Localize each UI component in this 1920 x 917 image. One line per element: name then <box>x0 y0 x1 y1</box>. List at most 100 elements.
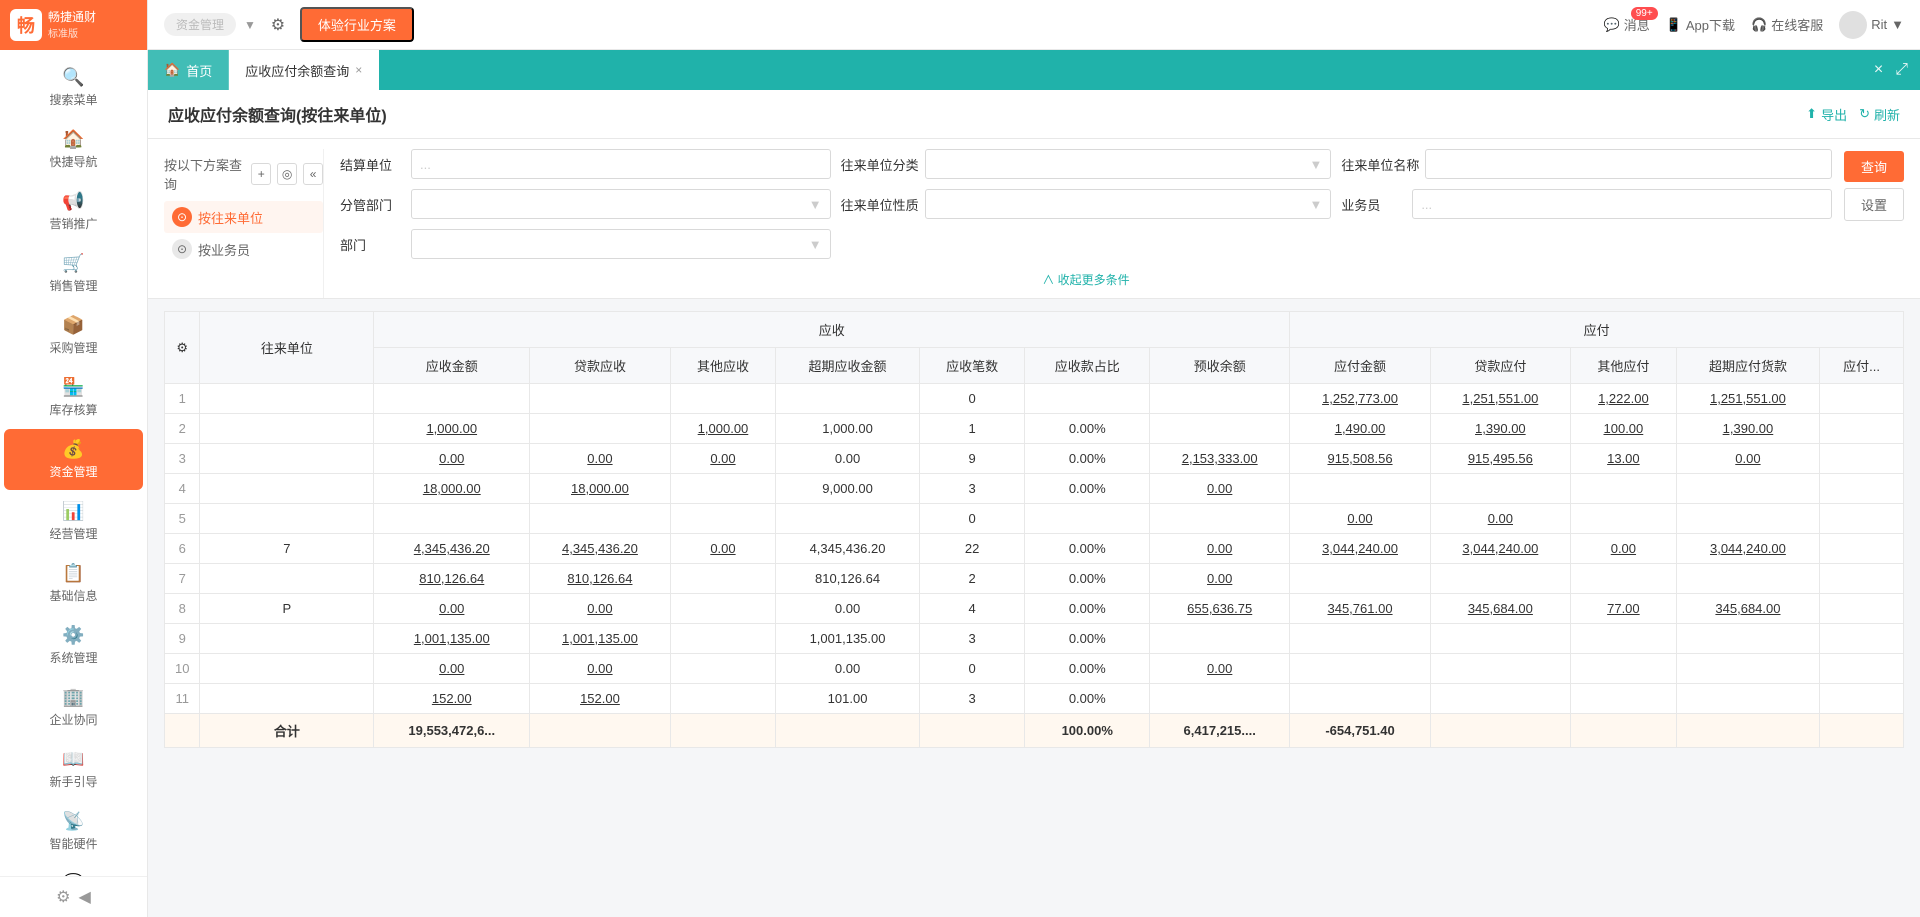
row-loan-pay[interactable] <box>1430 654 1570 684</box>
row-prepaid[interactable] <box>1150 414 1290 444</box>
sidebar-item-inventory[interactable]: 🏪 库存核算 <box>4 367 143 428</box>
row-recv-amt[interactable]: 1,000.00 <box>374 414 530 444</box>
row-overdue-pay[interactable]: 3,044,240.00 <box>1676 534 1819 564</box>
sidebar-item-operations[interactable]: 📊 经营管理 <box>4 491 143 552</box>
export-btn[interactable]: ⬆ 导出 <box>1806 105 1847 124</box>
row-other-pay[interactable]: 0.00 <box>1571 534 1677 564</box>
row-prepaid[interactable] <box>1150 384 1290 414</box>
row-pay-amt[interactable] <box>1290 624 1430 654</box>
row-prepaid[interactable]: 2,153,333.00 <box>1150 444 1290 474</box>
row-other-pay[interactable]: 1,222.00 <box>1571 384 1677 414</box>
row-overdue-pay[interactable]: 345,684.00 <box>1676 594 1819 624</box>
tab-home[interactable]: 🏠 首页 <box>148 50 229 90</box>
row-loan-recv[interactable] <box>530 504 670 534</box>
row-recv-amt[interactable]: 0.00 <box>374 594 530 624</box>
sidebar-item-sales[interactable]: 🛒 销售管理 <box>4 243 143 304</box>
row-loan-recv[interactable] <box>530 414 670 444</box>
row-loan-pay[interactable]: 1,390.00 <box>1430 414 1570 444</box>
row-prepaid[interactable]: 655,636.75 <box>1150 594 1290 624</box>
row-other-recv[interactable] <box>670 684 776 714</box>
row-loan-pay[interactable] <box>1430 564 1570 594</box>
row-loan-recv[interactable]: 0.00 <box>530 594 670 624</box>
row-loan-recv[interactable]: 4,345,436.20 <box>530 534 670 564</box>
row-loan-recv[interactable]: 152.00 <box>530 684 670 714</box>
row-recv-amt[interactable]: 810,126.64 <box>374 564 530 594</box>
row-prepaid[interactable]: 0.00 <box>1150 654 1290 684</box>
partner-category-input[interactable]: ▼ <box>925 149 1332 179</box>
sidebar-item-basic-info[interactable]: 📋 基础信息 <box>4 553 143 614</box>
row-other-pay[interactable] <box>1571 564 1677 594</box>
row-pay-amt[interactable] <box>1290 654 1430 684</box>
sidebar-item-search[interactable]: 🔍 搜索菜单 <box>4 57 143 118</box>
row-prepaid[interactable]: 0.00 <box>1150 474 1290 504</box>
window-expand-btn[interactable]: ⤢ <box>1895 61 1908 79</box>
app-download-btn[interactable]: 📱 App下载 <box>1666 15 1735 34</box>
row-other-pay[interactable] <box>1571 474 1677 504</box>
row-loan-recv[interactable]: 810,126.64 <box>530 564 670 594</box>
row-loan-pay[interactable]: 3,044,240.00 <box>1430 534 1570 564</box>
row-pay-amt[interactable]: 0.00 <box>1290 504 1430 534</box>
user-area[interactable]: Rit ▼ <box>1839 11 1904 39</box>
row-recv-amt[interactable]: 0.00 <box>374 654 530 684</box>
row-other-pay[interactable] <box>1571 504 1677 534</box>
row-other-recv[interactable]: 0.00 <box>670 534 776 564</box>
row-pay-amt[interactable] <box>1290 474 1430 504</box>
row-other-recv[interactable]: 0.00 <box>670 444 776 474</box>
row-other-recv[interactable]: 1,000.00 <box>670 414 776 444</box>
window-close-btn[interactable]: × <box>1874 61 1883 79</box>
row-prepaid[interactable]: 0.00 <box>1150 564 1290 594</box>
row-overdue-pay[interactable] <box>1676 504 1819 534</box>
row-recv-amt[interactable]: 1,001,135.00 <box>374 624 530 654</box>
refresh-btn[interactable]: ↻ 刷新 <box>1859 105 1900 124</box>
settings-btn[interactable]: 设置 <box>1844 188 1904 221</box>
row-recv-amt[interactable]: 18,000.00 <box>374 474 530 504</box>
row-other-pay[interactable] <box>1571 684 1677 714</box>
tab-receivable-query[interactable]: 应收应付余额查询 × <box>229 50 379 90</box>
row-pay-amt[interactable]: 1,490.00 <box>1290 414 1430 444</box>
sidebar-item-purchase[interactable]: 📦 采购管理 <box>4 305 143 366</box>
tab-close-btn[interactable]: × <box>355 63 362 77</box>
row-loan-pay[interactable]: 915,495.56 <box>1430 444 1570 474</box>
row-overdue-pay[interactable] <box>1676 474 1819 504</box>
row-overdue-pay[interactable] <box>1676 684 1819 714</box>
row-other-recv[interactable] <box>670 594 776 624</box>
row-overdue-pay[interactable] <box>1676 564 1819 594</box>
partner-nature-input[interactable]: ▼ <box>925 189 1332 219</box>
row-loan-pay[interactable]: 1,251,551.00 <box>1430 384 1570 414</box>
row-recv-amt[interactable] <box>374 384 530 414</box>
row-other-recv[interactable] <box>670 624 776 654</box>
row-loan-pay[interactable] <box>1430 684 1570 714</box>
row-loan-recv[interactable] <box>530 384 670 414</box>
collapse-more-btn[interactable]: ∧ 收起更多条件 <box>1042 265 1129 294</box>
table-container[interactable]: ⚙ 往来单位 应收 应付 应收金额 贷款应收 其他应收 超期应收金额 应收笔数 <box>148 299 1920 917</box>
sidebar-item-corp-wechat[interactable]: 💬 企业微信 <box>4 863 143 876</box>
row-other-pay[interactable] <box>1571 624 1677 654</box>
dept-input[interactable]: ▼ <box>411 229 831 259</box>
row-overdue-pay[interactable] <box>1676 624 1819 654</box>
sidebar-collapse-btn[interactable]: ◀ <box>79 887 91 907</box>
row-loan-recv[interactable]: 18,000.00 <box>530 474 670 504</box>
topbar-gear-btn[interactable]: ⚙ <box>264 11 292 39</box>
row-loan-pay[interactable] <box>1430 624 1570 654</box>
message-btn[interactable]: 💬 消息 99+ <box>1604 15 1650 34</box>
salesperson-input[interactable]: ... <box>1412 189 1832 219</box>
sidebar-item-corp[interactable]: 🏢 企业协同 <box>4 677 143 738</box>
sidebar-item-finance[interactable]: 💰 资金管理 <box>4 429 143 490</box>
row-prepaid[interactable] <box>1150 684 1290 714</box>
sidebar-item-smart-hw[interactable]: 📡 智能硬件 <box>4 801 143 862</box>
query-btn[interactable]: 查询 <box>1844 151 1904 182</box>
row-overdue-pay[interactable] <box>1676 654 1819 684</box>
online-service-btn[interactable]: 🎧 在线客服 <box>1751 15 1823 34</box>
row-recv-amt[interactable]: 152.00 <box>374 684 530 714</box>
row-other-recv[interactable] <box>670 384 776 414</box>
topbar-highlight-btn[interactable]: 体验行业方案 <box>300 7 414 42</box>
row-overdue-pay[interactable]: 1,390.00 <box>1676 414 1819 444</box>
branch-dept-input[interactable]: ▼ <box>411 189 831 219</box>
row-overdue-pay[interactable]: 0.00 <box>1676 444 1819 474</box>
row-other-recv[interactable] <box>670 474 776 504</box>
sidebar-item-system[interactable]: ⚙️ 系统管理 <box>4 615 143 676</box>
row-loan-recv[interactable]: 1,001,135.00 <box>530 624 670 654</box>
row-pay-amt[interactable]: 3,044,240.00 <box>1290 534 1430 564</box>
row-recv-amt[interactable]: 4,345,436.20 <box>374 534 530 564</box>
filter-add-btn[interactable]: + <box>251 163 271 185</box>
